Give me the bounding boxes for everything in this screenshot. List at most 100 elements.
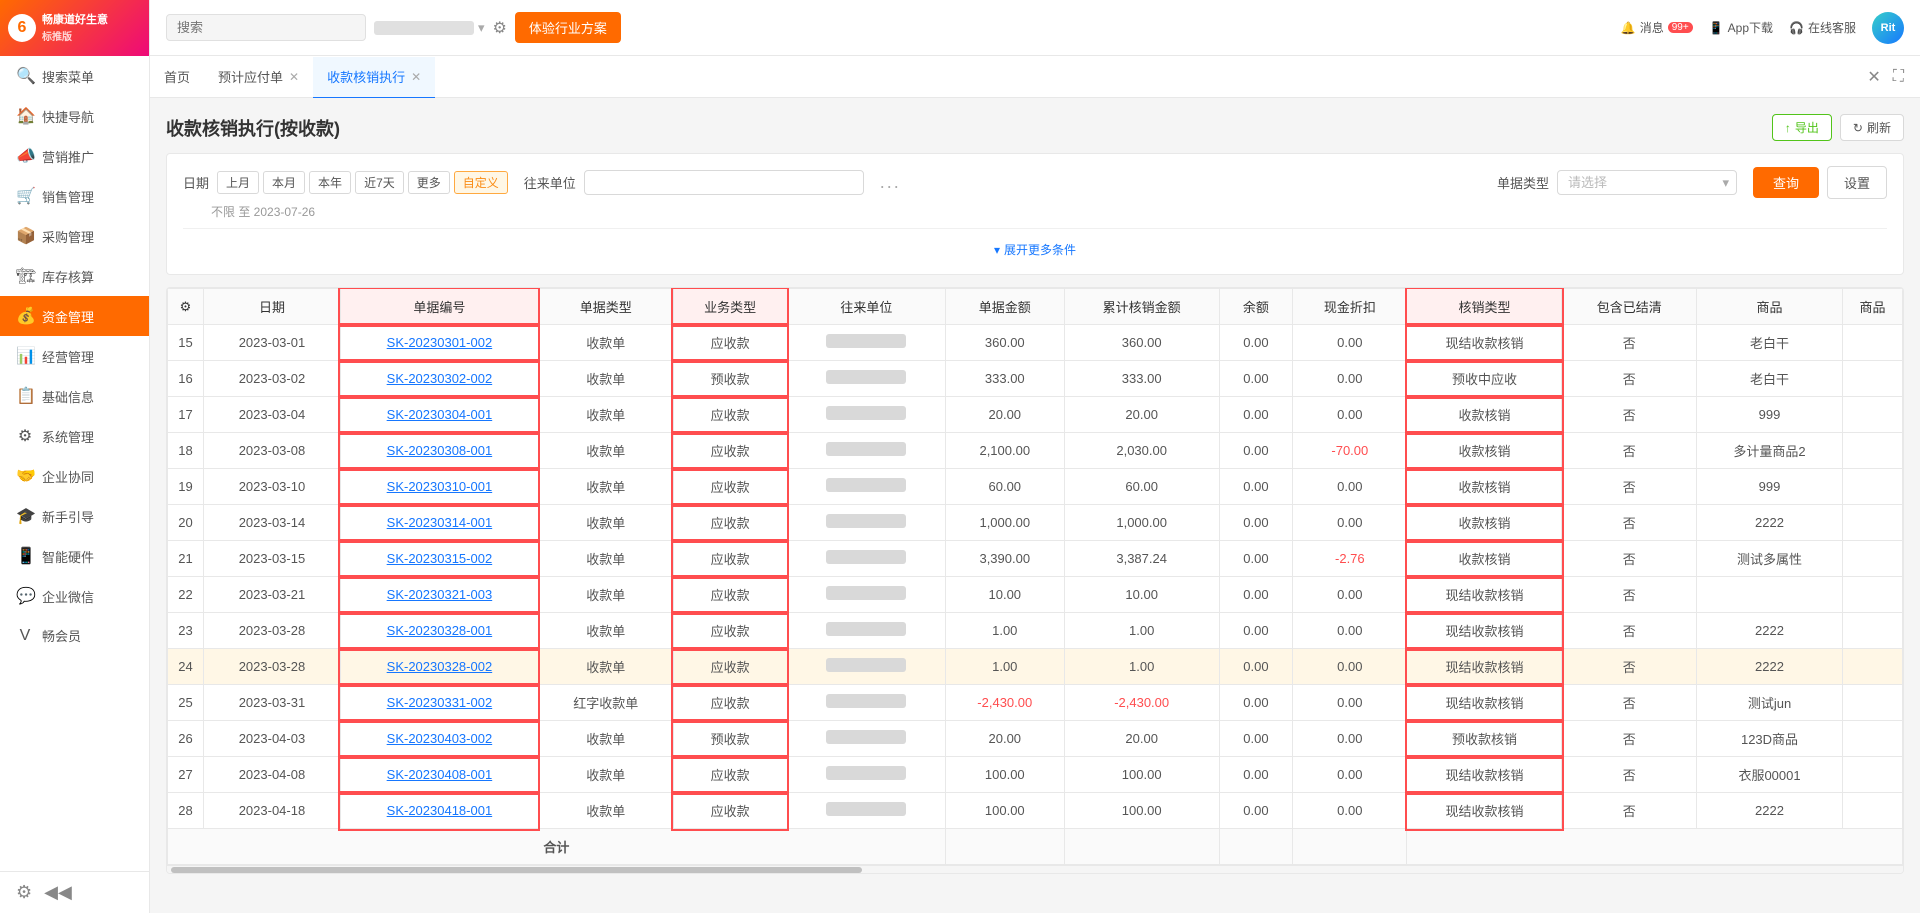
voucher-link[interactable]: SK-20230328-001: [387, 623, 493, 638]
workspace-dropdown[interactable]: ▾: [374, 20, 485, 36]
th-included[interactable]: 包含已结清: [1562, 289, 1697, 325]
sidebar-item-search-menu[interactable]: 🔍搜索菜单: [0, 56, 149, 96]
online-service-button[interactable]: 🎧 在线客服: [1789, 19, 1856, 36]
sidebar-item-operations[interactable]: 📊经营管理: [0, 336, 149, 376]
voucher-link[interactable]: SK-20230315-002: [387, 551, 493, 566]
last-month-btn[interactable]: 上月: [217, 171, 259, 194]
avatar[interactable]: Rit: [1872, 12, 1904, 44]
sidebar-item-corp-wechat[interactable]: 💬企业微信: [0, 576, 149, 616]
voucher-link[interactable]: SK-20230403-002: [387, 731, 493, 746]
th-product2[interactable]: 商品: [1843, 289, 1903, 325]
sidebar-item-label: 采购管理: [42, 227, 94, 246]
sidebar-item-label: 智能硬件: [42, 547, 94, 566]
th-settings[interactable]: ⚙: [168, 289, 204, 325]
export-button[interactable]: ↑ 导出: [1772, 114, 1832, 141]
this-year-btn[interactable]: 本年: [309, 171, 351, 194]
sidebar-item-sales[interactable]: 🛒销售管理: [0, 176, 149, 216]
sidebar-item-label: 基础信息: [42, 387, 94, 406]
settings-icon[interactable]: ⚙: [16, 882, 32, 903]
tabbar-actions[interactable]: ✕ ⛶: [1867, 67, 1920, 87]
refresh-button[interactable]: ↻ 刷新: [1840, 114, 1904, 141]
voucher-link[interactable]: SK-20230408-001: [387, 767, 493, 782]
query-button[interactable]: 查询: [1753, 167, 1819, 198]
cell-voucher: SK-20230304-001: [340, 397, 538, 433]
sidebar-item-inventory[interactable]: 🏗库存核算: [0, 256, 149, 296]
th-verify-type[interactable]: 核销类型: [1407, 289, 1562, 325]
voucher-link[interactable]: SK-20230328-002: [387, 659, 493, 674]
sidebar-item-sys-mgmt[interactable]: ⚙系统管理: [0, 416, 149, 456]
voucher-link[interactable]: SK-20230310-001: [387, 479, 493, 494]
voucher-link[interactable]: SK-20230314-001: [387, 515, 493, 530]
th-product1[interactable]: 商品: [1697, 289, 1843, 325]
cell-balance: 0.00: [1219, 757, 1293, 793]
th-amount[interactable]: 单据金额: [945, 289, 1064, 325]
table-container: ⚙ 日期 单据编号 单据类型 业务类型 往来单位 单据金额 累计核销金额 余额 …: [166, 287, 1904, 874]
tab-pre-receipt[interactable]: 预计应付单✕: [204, 57, 313, 99]
voucher-link[interactable]: SK-20230301-002: [387, 335, 493, 350]
cell-product2: [1843, 397, 1903, 433]
cell-product1: 2222: [1697, 613, 1843, 649]
tab-receipt-verify[interactable]: 收款核销执行✕: [313, 57, 435, 99]
sidebar-item-finance[interactable]: 💰资金管理: [0, 296, 149, 336]
th-verify-amt[interactable]: 累计核销金额: [1064, 289, 1219, 325]
cell-verify-amt: 360.00: [1064, 325, 1219, 361]
column-settings-icon[interactable]: ⚙: [180, 299, 192, 314]
th-balance[interactable]: 余额: [1219, 289, 1293, 325]
cell-date: 2023-03-10: [204, 469, 341, 505]
filter-partner: 往来单位 ...: [524, 170, 1481, 195]
cell-amount: 20.00: [945, 397, 1064, 433]
settings-button[interactable]: 设置: [1827, 166, 1887, 199]
sidebar-item-smart-hw[interactable]: 📱智能硬件: [0, 536, 149, 576]
industry-solution-button[interactable]: 体验行业方案: [515, 12, 621, 43]
last-7days-btn[interactable]: 近7天: [355, 171, 404, 194]
voucher-link[interactable]: SK-20230302-002: [387, 371, 493, 386]
collapse-icon[interactable]: ◀◀: [44, 882, 72, 903]
partner-input[interactable]: [584, 170, 864, 195]
this-month-btn[interactable]: 本月: [263, 171, 305, 194]
th-date[interactable]: 日期: [204, 289, 341, 325]
maximize-icon[interactable]: ⛶: [1893, 68, 1904, 86]
voucher-link[interactable]: SK-20230304-001: [387, 407, 493, 422]
expand-conditions-button[interactable]: ▾ 展开更多条件: [994, 237, 1076, 262]
cell-discount: 0.00: [1293, 793, 1407, 829]
th-partner[interactable]: 往来单位: [787, 289, 945, 325]
footer-amount: [945, 829, 1064, 865]
tab-home[interactable]: 首页: [150, 57, 204, 99]
scroll-thumb[interactable]: [171, 867, 862, 873]
cell-amount: 1.00: [945, 613, 1064, 649]
sidebar-item-quick-nav[interactable]: 🏠快捷导航: [0, 96, 149, 136]
sidebar-item-purchase[interactable]: 📦采购管理: [0, 216, 149, 256]
gear-icon[interactable]: ⚙: [493, 18, 507, 38]
voucher-link[interactable]: SK-20230418-001: [387, 803, 493, 818]
tab-close-icon[interactable]: ✕: [289, 70, 299, 84]
custom-date-btn[interactable]: 自定义: [454, 171, 508, 194]
th-voucher-no[interactable]: 单据编号: [340, 289, 538, 325]
voucher-link[interactable]: SK-20230321-003: [387, 587, 493, 602]
voucher-link[interactable]: SK-20230308-001: [387, 443, 493, 458]
app-download-button[interactable]: 📱 App下载: [1709, 19, 1773, 36]
cell-date: 2023-03-31: [204, 685, 341, 721]
table-scrollbar[interactable]: [167, 865, 1903, 873]
cell-voucher: SK-20230301-002: [340, 325, 538, 361]
th-biz-type[interactable]: 业务类型: [673, 289, 787, 325]
th-voucher-type[interactable]: 单据类型: [538, 289, 673, 325]
sidebar-item-label: 资金管理: [42, 307, 94, 326]
th-discount[interactable]: 现金折扣: [1293, 289, 1407, 325]
search-input[interactable]: [166, 14, 366, 41]
sidebar-item-marketing[interactable]: 📣营销推广: [0, 136, 149, 176]
cell-product2: [1843, 721, 1903, 757]
messages-button[interactable]: 🔔 消息 99+: [1621, 19, 1693, 36]
voucher-type-select[interactable]: 请选择: [1557, 170, 1737, 195]
cell-verify-amt: 333.00: [1064, 361, 1219, 397]
sidebar-item-guide[interactable]: 🎓新手引导: [0, 496, 149, 536]
cell-voucher: SK-20230302-002: [340, 361, 538, 397]
sidebar-item-corp-collab[interactable]: 🤝企业协同: [0, 456, 149, 496]
online-service-label: 在线客服: [1808, 19, 1856, 36]
sidebar-item-member[interactable]: V畅会员: [0, 616, 149, 655]
more-date-btn[interactable]: 更多: [408, 171, 450, 194]
voucher-link[interactable]: SK-20230331-002: [387, 695, 493, 710]
tab-close-icon[interactable]: ✕: [411, 70, 421, 84]
cell-no: 17: [168, 397, 204, 433]
sidebar-item-basic-info[interactable]: 📋基础信息: [0, 376, 149, 416]
close-tab-icon[interactable]: ✕: [1867, 67, 1880, 87]
